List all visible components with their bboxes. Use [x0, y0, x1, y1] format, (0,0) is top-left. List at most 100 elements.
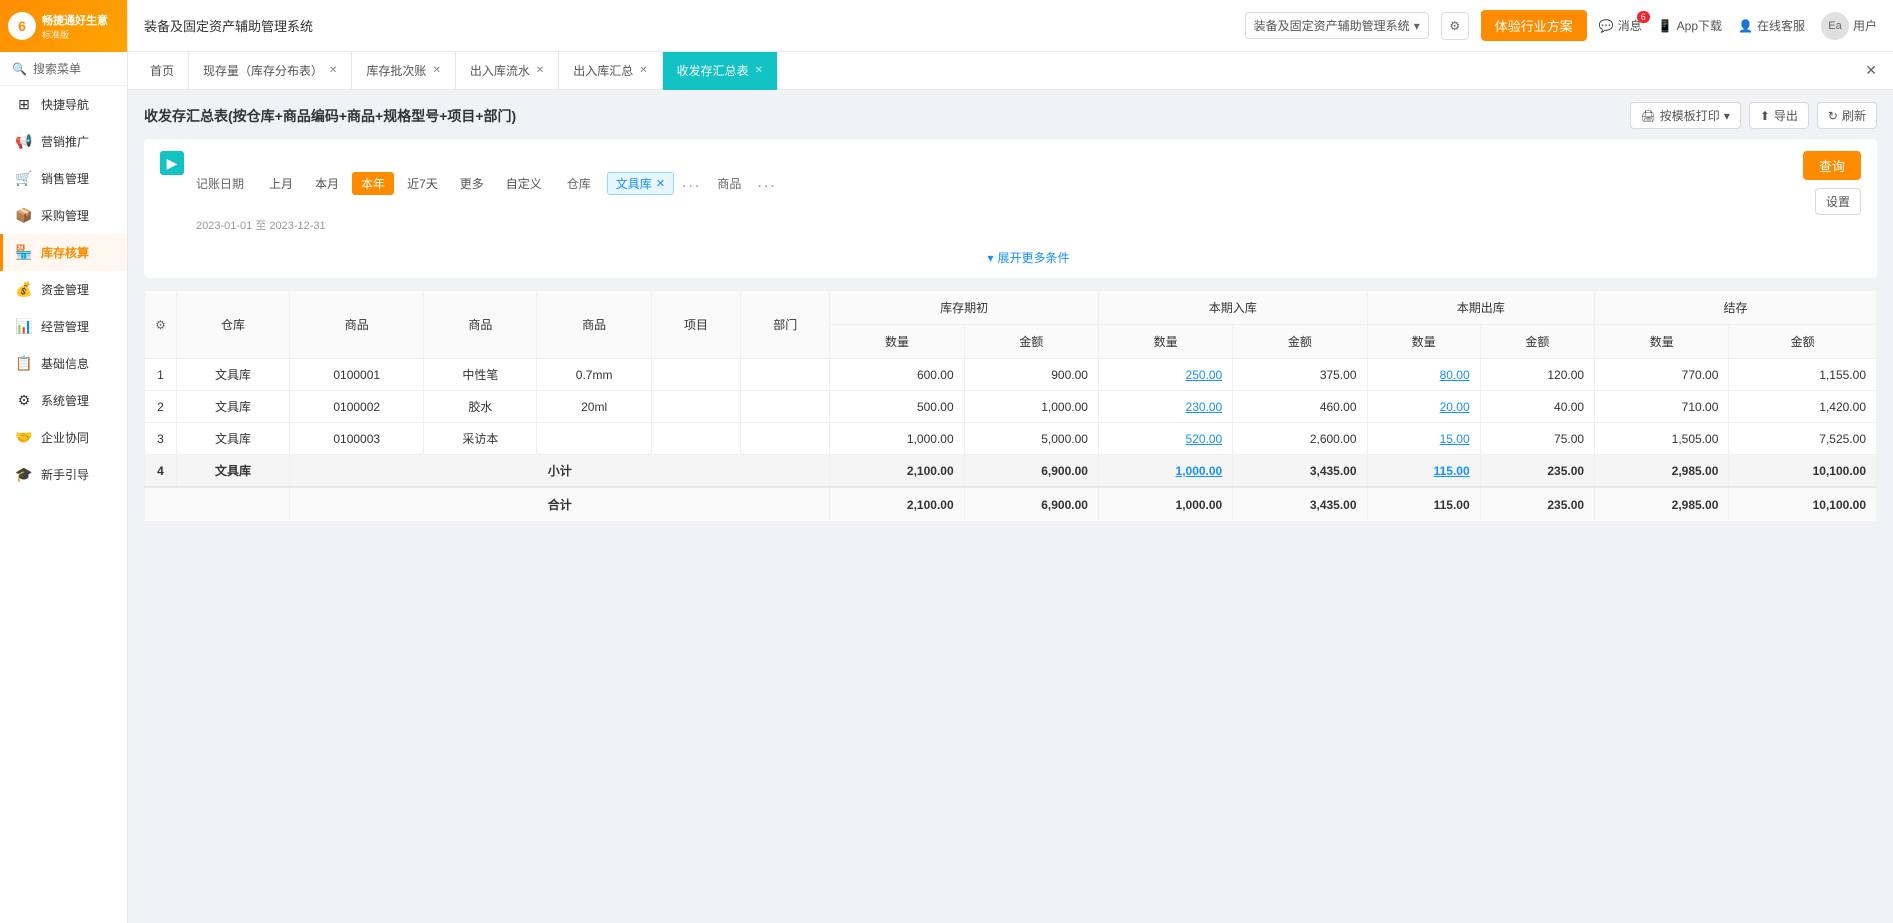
subtotal-opening-amt: 6,900.00: [964, 455, 1098, 488]
refresh-btn-label: 刷新: [1842, 107, 1866, 124]
date-range-display: 2023-01-01 至 2023-12-31: [196, 217, 1861, 233]
tab-recv-send-summary[interactable]: 收发存汇总表 ✕: [663, 52, 778, 90]
sidebar-item-purchase[interactable]: 📦 采购管理: [0, 197, 127, 234]
table-row: 1 文具库 0100001 中性笔 0.7mm 600.00 900.00 25…: [145, 359, 1877, 391]
sidebar-item-enterprise[interactable]: 🤝 企业协同: [0, 419, 127, 456]
sidebar-item-newbie[interactable]: 🎓 新手引导: [0, 456, 127, 493]
message-icon: 💬: [1599, 19, 1614, 33]
sidebar-item-marketing[interactable]: 📢 营销推广: [0, 123, 127, 160]
table-col-settings-icon[interactable]: ⚙: [155, 318, 166, 332]
print-button[interactable]: 🖨 按模板打印 ▾: [1630, 102, 1741, 129]
subtotal-in-qty[interactable]: 1,000.00: [1098, 455, 1232, 488]
topbar-online-service[interactable]: 👤 在线客服: [1738, 17, 1805, 34]
row3-goods-spec: [537, 423, 651, 455]
topbar-system-name: 装备及固定资产辅助管理系统: [144, 16, 1233, 35]
topbar-message[interactable]: 💬 消息 6: [1599, 17, 1642, 34]
warehouse-ellipsis[interactable]: ...: [682, 174, 701, 192]
row1-dept: [741, 359, 830, 391]
tab-in-out-summary[interactable]: 出入库汇总 ✕: [559, 52, 662, 90]
filter-expand-button[interactable]: ▶: [160, 151, 184, 175]
chevron-down-icon3: ▾: [987, 251, 993, 265]
topbar-app-download[interactable]: 📱 App下载: [1658, 17, 1722, 34]
warehouse-filter-label: 仓库: [567, 175, 591, 192]
goods-ellipsis[interactable]: ...: [757, 174, 776, 192]
total-label: 合计: [290, 487, 830, 522]
sidebar-item-system[interactable]: ⚙ 系统管理: [0, 382, 127, 419]
col-opening-amt-header: 金额: [964, 325, 1098, 359]
sidebar-header: 6 畅捷通好生意 标准版: [0, 0, 127, 52]
sidebar-label-system: 系统管理: [41, 392, 89, 409]
tab-in-out-flow-close[interactable]: ✕: [536, 65, 544, 76]
tab-stock-dist-close[interactable]: ✕: [329, 65, 337, 76]
row3-opening-qty: 1,000.00: [830, 423, 964, 455]
total-label-cell: [145, 487, 290, 522]
topbar-user[interactable]: Ea 用户: [1821, 12, 1877, 40]
row3-opening-amt: 5,000.00: [964, 423, 1098, 455]
date-btn-7days[interactable]: 近7天: [398, 172, 447, 195]
mobile-icon: 📱: [1658, 19, 1673, 33]
tab-recv-send-summary-close[interactable]: ✕: [755, 65, 763, 76]
row3-out-qty[interactable]: 15.00: [1367, 423, 1480, 455]
warehouse-tag-close[interactable]: ✕: [656, 177, 665, 190]
tab-stock-dist[interactable]: 现存量（库存分布表） ✕: [189, 52, 352, 90]
row2-project: [651, 391, 740, 423]
date-btn-custom[interactable]: 自定义: [497, 172, 551, 195]
purchase-icon: 📦: [15, 207, 33, 224]
date-btn-more[interactable]: 更多: [451, 172, 493, 195]
row1-seq: 1: [145, 359, 177, 391]
topbar-system-dropdown[interactable]: 装备及固定资产辅助管理系统 ▾: [1245, 12, 1429, 39]
topbar-service-label: 在线客服: [1757, 17, 1805, 34]
export-btn-label: 导出: [1774, 107, 1798, 124]
sidebar-item-finance[interactable]: 💰 资金管理: [0, 271, 127, 308]
tab-in-out-summary-close[interactable]: ✕: [639, 65, 647, 76]
page-content: 收发存汇总表(按仓库+商品编码+商品+规格型号+项目+部门) 🖨 按模板打印 ▾…: [128, 90, 1893, 923]
sidebar-label-enterprise: 企业协同: [41, 429, 89, 446]
tab-home[interactable]: 首页: [136, 52, 189, 90]
col-goods-name-header: 商品: [424, 291, 537, 359]
sidebar-item-operations[interactable]: 📊 经营管理: [0, 308, 127, 345]
topbar-gear-button[interactable]: ⚙: [1441, 12, 1469, 40]
data-table-card: ⚙ 仓库 商品 商品 商品 项目 部门 库存期初 本期入库 本期出库 结存: [144, 290, 1877, 522]
row1-in-qty[interactable]: 250.00: [1098, 359, 1232, 391]
sidebar-search[interactable]: 🔍 搜索菜单: [0, 52, 127, 86]
col-goods-code-header: 商品: [290, 291, 424, 359]
query-button[interactable]: 查询: [1803, 151, 1861, 180]
sidebar-item-inventory[interactable]: 🏪 库存核算: [0, 234, 127, 271]
print-icon: 🖨: [1641, 109, 1656, 123]
row1-out-qty[interactable]: 80.00: [1367, 359, 1480, 391]
sidebar-item-quick-nav[interactable]: ⊞ 快捷导航: [0, 86, 127, 123]
export-button[interactable]: ⬆ 导出: [1749, 102, 1809, 129]
warehouse-tag[interactable]: 文具库 ✕: [607, 172, 674, 195]
tab-in-out-flow-label: 出入库流水: [470, 62, 530, 79]
col-balance-amt-header: 金额: [1729, 325, 1877, 359]
expand-more-label: 展开更多条件: [998, 249, 1070, 266]
tabs-close-all[interactable]: ✕: [1857, 62, 1885, 79]
row1-balance-qty: 770.00: [1595, 359, 1729, 391]
date-btn-last-month[interactable]: 上月: [260, 172, 302, 195]
date-filter-buttons: 上月 本月 本年 近7天 更多 自定义: [260, 172, 551, 195]
subtotal-out-qty[interactable]: 115.00: [1367, 455, 1480, 488]
expand-more-btn[interactable]: ▾ 展开更多条件: [987, 249, 1069, 266]
tab-batch[interactable]: 库存批次账 ✕: [352, 52, 455, 90]
export-icon: ⬆: [1760, 109, 1770, 123]
sidebar-label-newbie: 新手引导: [41, 466, 89, 483]
subtotal-warehouse: 文具库: [177, 455, 290, 488]
tab-batch-close[interactable]: ✕: [432, 65, 440, 76]
date-btn-this-month[interactable]: 本月: [306, 172, 348, 195]
filter-card: ▶ 记账日期 上月 本月 本年 近7天 更多 自定义: [144, 139, 1877, 278]
row2-out-qty[interactable]: 20.00: [1367, 391, 1480, 423]
refresh-button[interactable]: ↻ 刷新: [1817, 102, 1877, 129]
filter-settings-button[interactable]: 设置: [1815, 188, 1861, 215]
row2-in-qty[interactable]: 230.00: [1098, 391, 1232, 423]
date-btn-this-year[interactable]: 本年: [352, 172, 394, 195]
sidebar-item-sales[interactable]: 🛒 销售管理: [0, 160, 127, 197]
total-balance-qty: 2,985.00: [1595, 487, 1729, 522]
tab-in-out-flow[interactable]: 出入库流水 ✕: [456, 52, 559, 90]
total-in-qty: 1,000.00: [1098, 487, 1232, 522]
table-subtotal-row: 4 文具库 小计 2,100.00 6,900.00 1,000.00 3,43…: [145, 455, 1877, 488]
sidebar-item-basic[interactable]: 📋 基础信息: [0, 345, 127, 382]
row3-in-qty[interactable]: 520.00: [1098, 423, 1232, 455]
tab-batch-label: 库存批次账: [366, 62, 426, 79]
row1-goods-code: 0100001: [290, 359, 424, 391]
trial-btn[interactable]: 体验行业方案: [1481, 10, 1587, 41]
